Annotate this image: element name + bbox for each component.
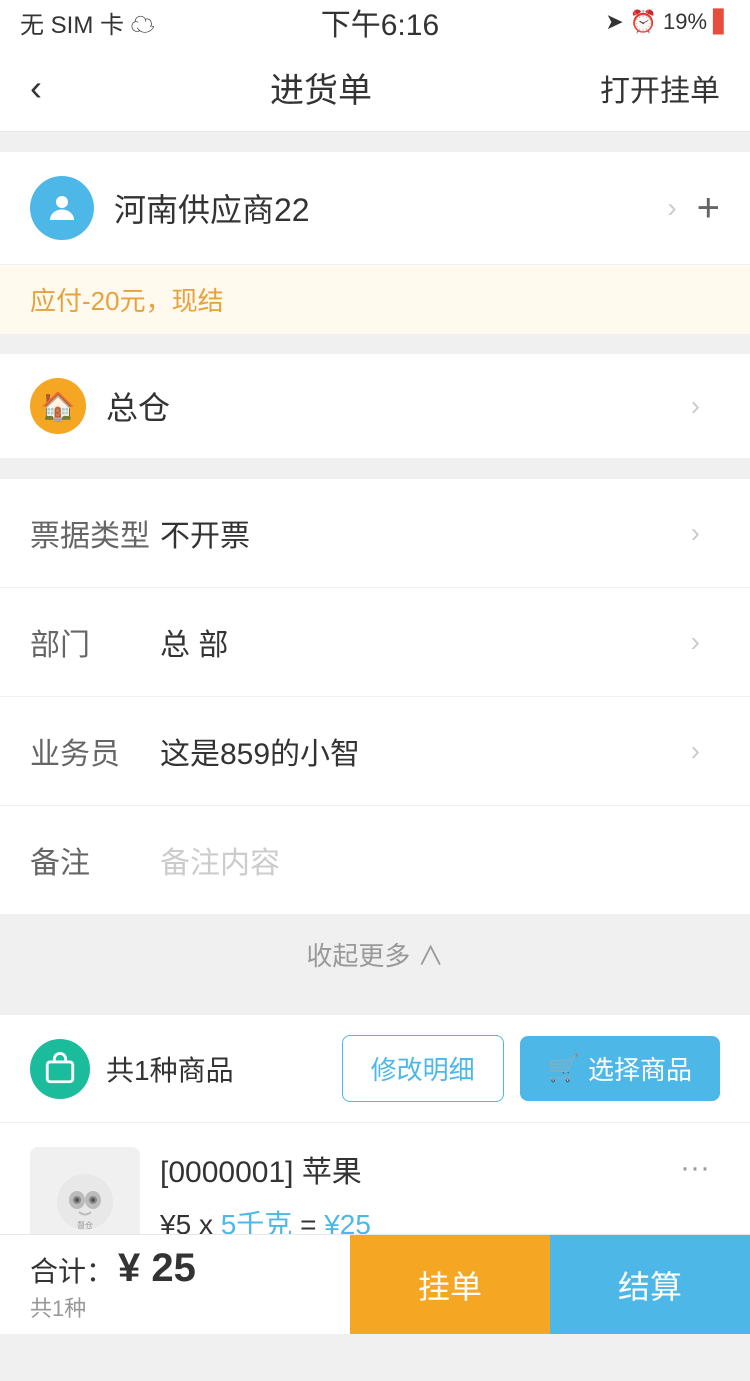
total-section: 合计： ¥ 25 共1种 [0,1235,350,1334]
bottom-bar: 合计： ¥ 25 共1种 挂单 结算 [0,1234,750,1334]
remark-field-row[interactable]: 备注 备注内容 [0,805,750,914]
total-amount: ¥ 25 [118,1246,196,1291]
battery-icon: ▋ [713,9,730,35]
back-button[interactable]: ‹ [30,67,42,109]
product-name: 苹果 [302,1156,362,1189]
svg-text:督仓: 督仓 [77,1220,93,1230]
salesman-field-row[interactable]: 业务员 这是859的小智 › [0,696,750,805]
product-section-icon [30,1039,90,1099]
supplier-section: 河南供应商22 › + 应付-20元，现结 [0,152,750,334]
payment-hint: 应付-20元，现结 [0,265,750,334]
collapse-label: 收起更多 ∧ [306,936,443,973]
supplier-row[interactable]: 河南供应商22 › + [0,152,750,265]
select-product-button[interactable]: 🛒 选择商品 [520,1036,720,1101]
supplier-name: 河南供应商22 [114,185,667,231]
product-header: 共1种商品 修改明细 🛒 选择商品 [0,1015,750,1122]
select-product-icon: 🛒 [548,1053,580,1084]
location-icon: ➤ [605,9,623,35]
collapse-row[interactable]: 收起更多 ∧ [0,914,750,995]
total-label: 合计： [30,1250,114,1290]
invoice-value: 不开票 [160,511,691,555]
warehouse-section: 🏠 总仓 › [0,354,750,458]
product-more-button[interactable]: ··· [670,1147,720,1189]
department-chevron-icon: › [691,626,700,658]
supplier-avatar [30,176,94,240]
person-icon [44,190,80,226]
pending-button[interactable]: 挂单 [350,1235,550,1334]
section-gap-4 [0,995,750,1015]
product-title: [0000001] 苹果 [160,1147,670,1191]
product-count: 共1种商品 [106,1049,342,1089]
remark-input[interactable]: 备注内容 [160,838,720,882]
salesman-chevron-icon: › [691,735,700,767]
nav-bar: ‹ 进货单 打开挂单 [0,44,750,132]
invoice-label: 票据类型 [30,511,160,555]
section-gap-3 [0,458,750,478]
section-gap-2 [0,334,750,354]
invoice-chevron-icon: › [691,517,700,549]
battery-level: 19% [663,9,707,35]
department-value: 总 部 [160,620,691,664]
status-left: 无 SIM 卡 ☁ [20,5,155,40]
status-bar: 无 SIM 卡 ☁ 下午6:16 ➤ ⏰ 19% ▋ [0,0,750,44]
product-info: [0000001] 苹果 ¥5 x 5千克 = ¥25 [160,1147,670,1243]
warehouse-name: 总仓 [106,383,691,429]
open-pending-button[interactable]: 打开挂单 [600,66,720,110]
salesman-value: 这是859的小智 [160,729,691,773]
owl-logo-icon: 督仓 [55,1172,115,1232]
department-field-row[interactable]: 部门 总 部 › [0,587,750,696]
supplier-chevron-icon: › [667,192,676,224]
shopping-bag-icon [43,1052,77,1086]
invoice-field-row[interactable]: 票据类型 不开票 › [0,478,750,587]
alarm-icon: ⏰ [630,9,657,35]
warehouse-icon: 🏠 [30,378,86,434]
total-sub: 共1种 [30,1291,320,1323]
salesman-label: 业务员 [30,729,160,773]
status-right: ➤ ⏰ 19% ▋ [605,9,730,35]
department-label: 部门 [30,620,160,664]
section-gap-1 [0,132,750,152]
checkout-button[interactable]: 结算 [550,1235,750,1334]
product-code: [0000001] [160,1156,293,1189]
fields-section: 票据类型 不开票 › 部门 总 部 › 业务员 这是859的小智 › 备注 备注… [0,478,750,914]
edit-detail-button[interactable]: 修改明细 [342,1035,504,1102]
page-title: 进货单 [270,63,372,112]
warehouse-row[interactable]: 🏠 总仓 › [0,354,750,458]
remark-label: 备注 [30,838,160,882]
sim-status: 无 SIM 卡 ☁ [20,5,155,40]
home-icon: 🏠 [41,390,76,423]
warehouse-chevron-icon: › [691,390,700,422]
select-product-label: 选择商品 [588,1050,692,1087]
add-supplier-button[interactable]: + [697,188,720,228]
status-time: 下午6:16 [321,0,439,44]
